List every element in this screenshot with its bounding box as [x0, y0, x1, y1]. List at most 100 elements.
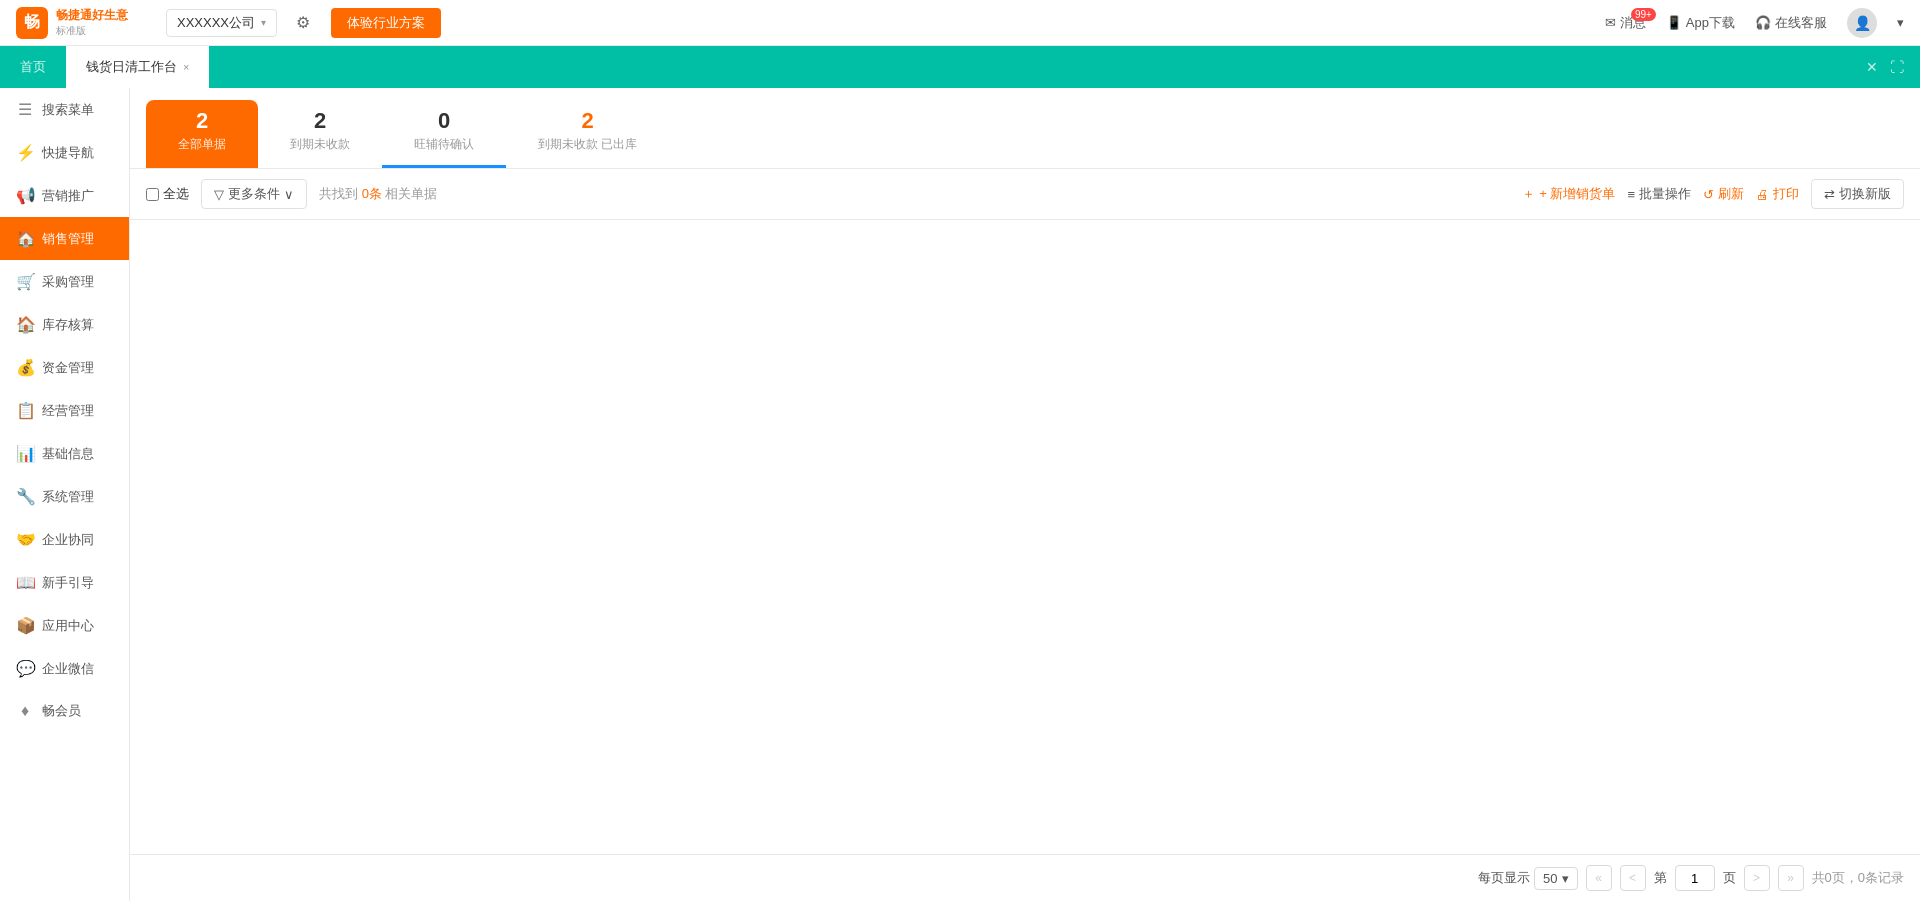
filter-button[interactable]: ▽ 更多条件 ∨	[201, 179, 307, 209]
sidebar-item-operations[interactable]: 📋 经营管理	[0, 389, 129, 432]
avatar[interactable]: 👤	[1847, 8, 1877, 38]
stat-tab-all[interactable]: 2 全部单据	[146, 100, 258, 168]
chevron-down-icon: ▾	[261, 17, 266, 28]
print-label: 打印	[1773, 185, 1799, 203]
sidebar-item-enterprise[interactable]: 🤝 企业协同	[0, 518, 129, 561]
logo-text: 畅捷通好生意 标准版	[56, 8, 128, 37]
search-menu-icon: ☰	[16, 100, 34, 119]
user-name[interactable]: ▾	[1897, 15, 1904, 30]
batch-operation-button[interactable]: ≡ 批量操作	[1627, 185, 1691, 203]
filter-label: 更多条件	[228, 185, 280, 203]
online-service-label: 在线客服	[1775, 14, 1827, 32]
found-prefix: 共找到	[319, 186, 358, 201]
message-badge: 99+	[1631, 8, 1656, 21]
stat-number-overdue-unpaid: 2	[314, 108, 326, 134]
sidebar-item-search-menu[interactable]: ☰ 搜索菜单	[0, 88, 129, 131]
page-input[interactable]	[1675, 865, 1715, 891]
found-suffix: 相关单据	[385, 186, 437, 201]
sidebar-item-basic-info[interactable]: 📊 基础信息	[0, 432, 129, 475]
service-icon: 🎧	[1755, 15, 1771, 30]
trial-button[interactable]: 体验行业方案	[331, 8, 441, 38]
tab-bar-controls: ✕ ⛶	[1866, 46, 1920, 88]
stat-label-overdue-not-shipped: 到期未收款 已出库	[538, 136, 637, 153]
logo-title: 畅捷通好生意	[56, 8, 128, 24]
switch-version-button[interactable]: ⇄ 切换新版	[1811, 179, 1904, 209]
message-icon: ✉	[1605, 15, 1616, 30]
logo-icon: 畅	[16, 7, 48, 39]
stat-tab-overdue-unpaid[interactable]: 2 到期未收款	[258, 100, 382, 168]
marketing-icon: 📢	[16, 186, 34, 205]
sidebar-item-marketing-label: 营销推广	[42, 187, 94, 205]
online-service-button[interactable]: 🎧 在线客服	[1755, 14, 1827, 32]
sidebar-item-marketing[interactable]: 📢 营销推广	[0, 174, 129, 217]
inventory-icon: 🏠	[16, 315, 34, 334]
page-size-dropdown[interactable]: 50 ▾	[1534, 867, 1577, 890]
sidebar: ☰ 搜索菜单 ⚡ 快捷导航 📢 营销推广 🏠 销售管理 🛒 采购管理 🏠 库存核…	[0, 88, 130, 901]
stat-label-overdue-unpaid: 到期未收款	[290, 136, 350, 153]
finance-icon: 💰	[16, 358, 34, 377]
add-sales-order-button[interactable]: ＋ + 新增销货单	[1522, 185, 1615, 203]
prev-page-button[interactable]: <	[1620, 865, 1646, 891]
enterprise-icon: 🤝	[16, 530, 34, 549]
guide-icon: 📖	[16, 573, 34, 592]
toolbar: 全选 ▽ 更多条件 ∨ 共找到 0条 相关单据 ＋ + 新增销货单 ≡ 批量操作	[130, 169, 1920, 220]
sales-icon: 🏠	[16, 229, 34, 248]
last-page-button[interactable]: »	[1778, 865, 1804, 891]
sidebar-item-member[interactable]: ♦ 畅会员	[0, 690, 129, 732]
stat-label-all: 全部单据	[178, 136, 226, 153]
filter-dropdown-icon: ∨	[284, 187, 294, 202]
sidebar-item-weixin[interactable]: 💬 企业微信	[0, 647, 129, 690]
switch-label: 切换新版	[1839, 185, 1891, 203]
next-page-button[interactable]: >	[1744, 865, 1770, 891]
company-name: XXXXXX公司	[177, 14, 255, 32]
sidebar-item-member-label: 畅会员	[42, 702, 81, 720]
sidebar-item-inventory[interactable]: 🏠 库存核算	[0, 303, 129, 346]
stat-tab-pending-confirm[interactable]: 0 旺辅待确认	[382, 100, 506, 168]
found-text: 共找到 0条 相关单据	[319, 185, 437, 203]
batch-label: 批量操作	[1639, 185, 1691, 203]
sidebar-item-purchase-label: 采购管理	[42, 273, 94, 291]
stat-label-pending-confirm: 旺辅待确认	[414, 136, 474, 153]
page-size-label: 每页显示	[1478, 869, 1530, 887]
stat-tab-overdue-not-shipped[interactable]: 2 到期未收款 已出库	[506, 100, 669, 168]
tab-home[interactable]: 首页	[0, 46, 66, 88]
table-area	[130, 220, 1920, 854]
filter-icon: ▽	[214, 187, 224, 202]
page-suffix: 页	[1723, 869, 1736, 887]
sidebar-item-guide[interactable]: 📖 新手引导	[0, 561, 129, 604]
select-all-input[interactable]	[146, 188, 159, 201]
message-button[interactable]: ✉ 消息 99+	[1605, 14, 1646, 32]
tab-workbench-label: 钱货日清工作台	[86, 58, 177, 76]
page-size-chevron-icon: ▾	[1562, 871, 1569, 886]
first-page-button[interactable]: «	[1586, 865, 1612, 891]
sidebar-item-system[interactable]: 🔧 系统管理	[0, 475, 129, 518]
refresh-button[interactable]: ↺ 刷新	[1703, 185, 1744, 203]
batch-icon: ≡	[1627, 187, 1635, 202]
sidebar-item-finance-label: 资金管理	[42, 359, 94, 377]
settings-button[interactable]: ⚙	[287, 7, 319, 39]
main-layout: ☰ 搜索菜单 ⚡ 快捷导航 📢 营销推广 🏠 销售管理 🛒 采购管理 🏠 库存核…	[0, 88, 1920, 901]
tab-expand-icon[interactable]: ⛶	[1890, 59, 1904, 75]
top-header: 畅 畅捷通好生意 标准版 XXXXXX公司 ▾ ⚙ 体验行业方案 ✉ 消息 99…	[0, 0, 1920, 46]
sidebar-item-finance[interactable]: 💰 资金管理	[0, 346, 129, 389]
add-icon: ＋	[1522, 185, 1535, 203]
select-all-checkbox[interactable]: 全选	[146, 185, 189, 203]
sidebar-item-app-center[interactable]: 📦 应用中心	[0, 604, 129, 647]
app-download-button[interactable]: 📱 App下载	[1666, 14, 1735, 32]
company-selector[interactable]: XXXXXX公司 ▾	[166, 9, 277, 37]
sidebar-item-sales[interactable]: 🏠 销售管理	[0, 217, 129, 260]
operations-icon: 📋	[16, 401, 34, 420]
app-center-icon: 📦	[16, 616, 34, 635]
toolbar-right: ＋ + 新增销货单 ≡ 批量操作 ↺ 刷新 🖨 打印 ⇄ 切换新版	[1522, 179, 1904, 209]
tab-close-all-icon[interactable]: ✕	[1866, 59, 1878, 75]
tab-workbench[interactable]: 钱货日清工作台 ×	[66, 46, 209, 88]
tab-home-label: 首页	[20, 58, 46, 76]
print-button[interactable]: 🖨 打印	[1756, 185, 1799, 203]
tab-close-icon[interactable]: ×	[183, 61, 189, 73]
system-icon: 🔧	[16, 487, 34, 506]
sidebar-item-quick-nav[interactable]: ⚡ 快捷导航	[0, 131, 129, 174]
sidebar-item-purchase[interactable]: 🛒 采购管理	[0, 260, 129, 303]
app-download-label: App下载	[1686, 14, 1735, 32]
download-icon: 📱	[1666, 15, 1682, 30]
sidebar-item-quick-nav-label: 快捷导航	[42, 144, 94, 162]
